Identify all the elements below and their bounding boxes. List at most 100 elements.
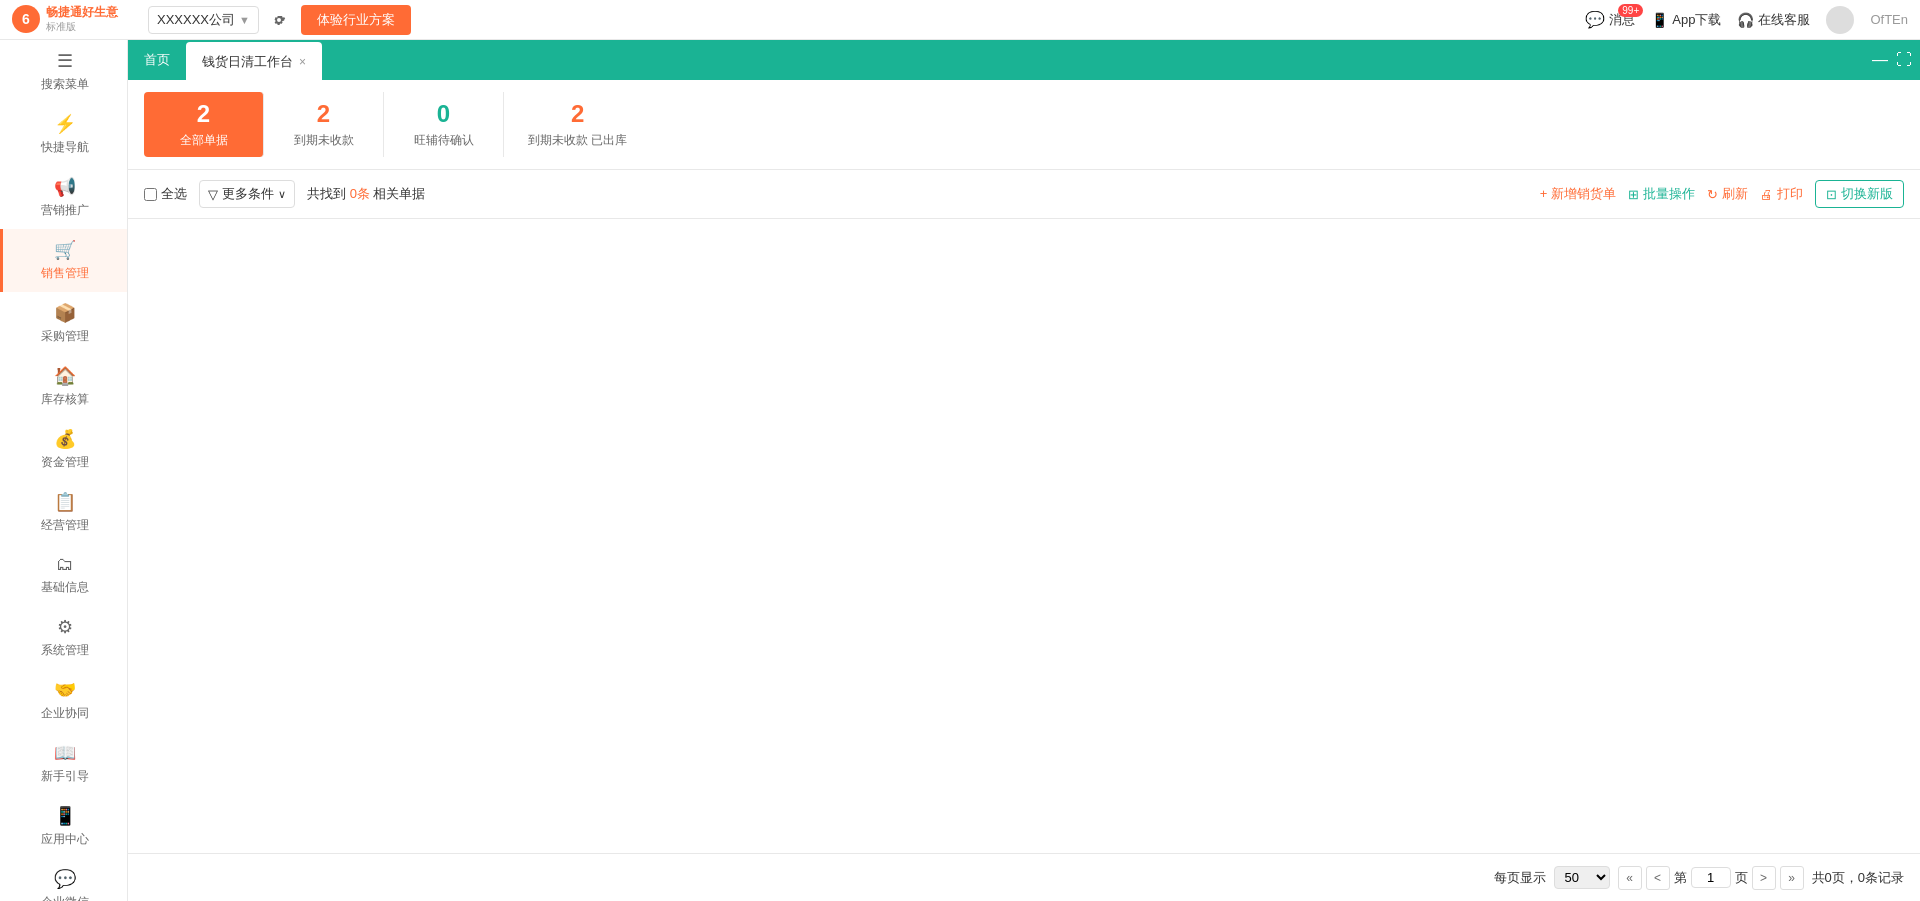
sidebar-item-2[interactable]: 📢 营销推广 <box>0 166 127 229</box>
top-right: 💬 消息 99+ 📱 App下载 🎧 在线客服 OfTEn <box>1585 6 1908 34</box>
switch-version-button[interactable]: ⊡ 切换新版 <box>1815 180 1904 208</box>
switch-icon: ⊡ <box>1826 187 1837 202</box>
stat-card-0[interactable]: 2 全部单据 <box>144 92 264 157</box>
sidebar-item-8[interactable]: 🗂基础信息 <box>0 544 127 606</box>
sidebar-icon-9: ⚙ <box>57 616 73 638</box>
page-label-prefix: 第 <box>1674 869 1687 887</box>
current-page-input[interactable] <box>1691 867 1731 888</box>
gear-icon <box>271 12 287 28</box>
stat-number-3: 2 <box>571 100 584 128</box>
sidebar-label-3: 销售管理 <box>41 265 89 282</box>
stat-card-3[interactable]: 2 到期未收款 已出库 <box>504 92 651 157</box>
app-download-button[interactable]: 📱 App下载 <box>1651 11 1721 29</box>
sidebar-label-2: 营销推广 <box>41 202 89 219</box>
company-selector[interactable]: XXXXXX公司 ▼ <box>148 6 259 34</box>
sidebar: ☰ 搜索菜单 ⚡ 快捷导航 📢 营销推广 🛒 销售管理 📦 采购管理 🏠 库存核算 💰 资金管理 📋经营管理… <box>0 40 128 901</box>
sidebar-label-10: 企业协同 <box>41 705 89 722</box>
print-icon: 🖨 <box>1760 187 1773 202</box>
sidebar-label-8: 基础信息 <box>41 579 89 596</box>
filter-button[interactable]: ▽ 更多条件 ∨ <box>199 180 295 208</box>
sidebar-icon-6: 💰 <box>54 428 76 450</box>
found-count: 0条 <box>350 186 370 201</box>
logo-text: 畅捷通好生意 <box>46 5 118 19</box>
next-page-button[interactable]: > <box>1752 866 1776 890</box>
sidebar-label-6: 资金管理 <box>41 454 89 471</box>
add-order-button[interactable]: + 新增销货单 <box>1540 185 1616 203</box>
tab-minimize-icon[interactable]: — <box>1872 51 1888 69</box>
tab-qianhuorizuo[interactable]: 钱货日清工作台 × <box>186 42 322 82</box>
sidebar-item-11[interactable]: 📖 新手引导 <box>0 732 127 795</box>
message-badge: 99+ <box>1618 4 1643 17</box>
avatar[interactable] <box>1826 6 1854 34</box>
tab-close-icon[interactable]: × <box>299 55 306 69</box>
per-page-select[interactable]: 50 20 100 <box>1554 866 1610 889</box>
prev-page-button[interactable]: < <box>1646 866 1670 890</box>
user-name[interactable]: OfTEn <box>1870 12 1908 27</box>
sidebar-icon-3: 🛒 <box>54 239 76 261</box>
sidebar-icon-2: 📢 <box>54 176 76 198</box>
sidebar-label-1: 快捷导航 <box>41 139 89 156</box>
sidebar-icon-0: ☰ <box>57 50 73 72</box>
phone-icon: 📱 <box>1651 12 1668 28</box>
sidebar-item-1[interactable]: ⚡ 快捷导航 <box>0 103 127 166</box>
headset-icon: 🎧 <box>1737 12 1754 28</box>
sidebar-item-3[interactable]: 🛒 销售管理 <box>0 229 127 292</box>
logo-sub: 标准版 <box>46 20 118 34</box>
sidebar-item-13[interactable]: 💬 企业微信 <box>0 858 127 901</box>
message-icon: 💬 <box>1585 10 1605 29</box>
stat-card-1[interactable]: 2 到期未收款 <box>264 92 384 157</box>
sidebar-item-6[interactable]: 💰 资金管理 <box>0 418 127 481</box>
stat-number-1: 2 <box>317 100 330 128</box>
batch-icon: ⊞ <box>1628 187 1639 202</box>
stat-number-0: 2 <box>197 100 210 128</box>
sidebar-item-0[interactable]: ☰ 搜索菜单 <box>0 40 127 103</box>
first-page-button[interactable]: « <box>1618 866 1642 890</box>
logo-area: 6 畅捷通好生意 标准版 <box>12 5 140 33</box>
sidebar-label-4: 采购管理 <box>41 328 89 345</box>
sidebar-item-4[interactable]: 📦 采购管理 <box>0 292 127 355</box>
sidebar-icon-12: 📱 <box>54 805 76 827</box>
stat-label-0: 全部单据 <box>180 132 228 149</box>
per-page-label: 每页显示 <box>1494 869 1546 887</box>
sidebar-label-13: 企业微信 <box>41 894 89 901</box>
select-all-input[interactable] <box>144 188 157 201</box>
last-page-button[interactable]: » <box>1780 866 1804 890</box>
sidebar-item-10[interactable]: 🤝 企业协同 <box>0 669 127 732</box>
tab-maximize-icon[interactable]: ⛶ <box>1896 51 1912 69</box>
experience-button[interactable]: 体验行业方案 <box>301 5 411 35</box>
batch-operation-button[interactable]: ⊞ 批量操作 <box>1628 185 1695 203</box>
pagination: 每页显示 50 20 100 « < 第 页 <box>128 853 1920 901</box>
page-navigation: « < 第 页 > » <box>1618 866 1804 890</box>
sidebar-icon-1: ⚡ <box>54 113 76 135</box>
sidebar-item-5[interactable]: 🏠 库存核算 <box>0 355 127 418</box>
sidebar-item-7[interactable]: 📋经营管理 <box>0 481 127 544</box>
sidebar-label-5: 库存核算 <box>41 391 89 408</box>
content-area: 首页 钱货日清工作台 × — ⛶ 2 全部单据 2 到期未收款 0 旺辅待确认 … <box>128 40 1920 901</box>
sidebar-label-11: 新手引导 <box>41 768 89 785</box>
chevron-down-icon: ∨ <box>278 188 286 201</box>
sidebar-label-0: 搜索菜单 <box>41 76 89 93</box>
select-all-checkbox[interactable]: 全选 <box>144 185 187 203</box>
sidebar-label-7: 经营管理 <box>41 517 89 534</box>
sidebar-icon-11: 📖 <box>54 742 76 764</box>
message-button[interactable]: 💬 消息 99+ <box>1585 10 1635 29</box>
toolbar: 全选 ▽ 更多条件 ∨ 共找到 0条 相关单据 + 新增销货单 <box>128 170 1920 219</box>
found-text: 共找到 0条 相关单据 <box>307 185 425 203</box>
filter-icon: ▽ <box>208 187 218 202</box>
sidebar-icon-10: 🤝 <box>54 679 76 701</box>
sidebar-item-9[interactable]: ⚙系统管理 <box>0 606 127 669</box>
settings-button[interactable] <box>265 6 293 34</box>
stat-card-2[interactable]: 0 旺辅待确认 <box>384 92 504 157</box>
online-service-button[interactable]: 🎧 在线客服 <box>1737 11 1810 29</box>
stat-label-1: 到期未收款 <box>294 132 354 149</box>
tab-home[interactable]: 首页 <box>128 40 186 80</box>
sidebar-icon-4: 📦 <box>54 302 76 324</box>
sidebar-icon-5: 🏠 <box>54 365 76 387</box>
refresh-button[interactable]: ↻ 刷新 <box>1707 185 1748 203</box>
sidebar-item-12[interactable]: 📱应用中心 <box>0 795 127 858</box>
refresh-icon: ↻ <box>1707 187 1718 202</box>
stats-row: 2 全部单据 2 到期未收款 0 旺辅待确认 2 到期未收款 已出库 <box>128 80 1920 170</box>
print-button[interactable]: 🖨 打印 <box>1760 185 1803 203</box>
sidebar-icon-13: 💬 <box>54 868 76 890</box>
company-name: XXXXXX公司 <box>157 11 235 29</box>
